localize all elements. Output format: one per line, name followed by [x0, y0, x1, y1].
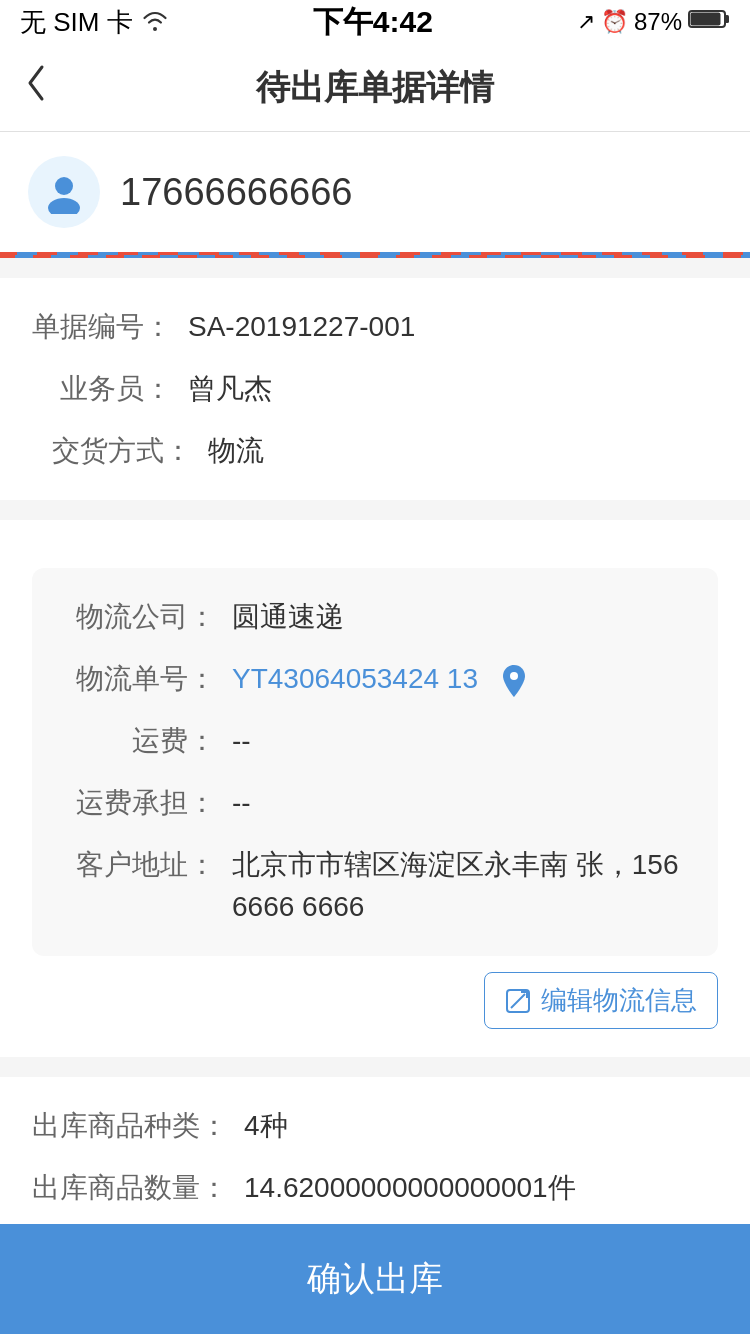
goods-types-label: 出库商品种类：	[32, 1105, 228, 1147]
freight-value: --	[232, 720, 694, 762]
page-title: 待出库单据详情	[256, 65, 494, 111]
logistics-section: 物流公司： 圆通速递 物流单号： YT43064053424 13 运费： --…	[0, 520, 750, 1057]
svg-point-3	[55, 177, 73, 195]
delivery-method-value: 物流	[208, 430, 718, 472]
back-button[interactable]	[24, 63, 48, 112]
customer-phone: 17666666666	[120, 171, 352, 214]
goods-quantity-value: 14.62000000000000001件	[244, 1167, 718, 1209]
sales-person-label: 业务员：	[32, 368, 172, 410]
sales-person-row: 业务员： 曾凡杰	[32, 368, 718, 410]
status-bar: 无 SIM 卡 下午4:42 ↗ ⏰ 87%	[0, 0, 750, 44]
tracking-number-row: 物流单号： YT43064053424 13	[56, 658, 694, 700]
address-value: 北京市市辖区海淀区永丰南 张，156 6666 6666	[232, 844, 694, 928]
tracking-number-label: 物流单号：	[56, 658, 216, 700]
edit-logistics-button[interactable]: 编辑物流信息	[484, 972, 718, 1029]
alarm-icon: ⏰	[601, 9, 628, 35]
customer-header: 17666666666	[0, 132, 750, 255]
location-icon[interactable]	[498, 663, 530, 699]
svg-line-7	[511, 994, 525, 1008]
location-status-icon: ↗	[577, 9, 595, 35]
battery-icon	[688, 8, 730, 36]
goods-quantity-row: 出库商品数量： 14.62000000000000001件	[32, 1167, 718, 1209]
goods-types-value: 4种	[244, 1105, 718, 1147]
tracking-number-value: YT43064053424 13	[232, 658, 694, 700]
confirm-bar[interactable]: 确认出库	[0, 1224, 750, 1334]
order-number-value: SA-20191227-001	[188, 306, 718, 348]
edit-btn-container: 编辑物流信息	[32, 956, 718, 1029]
delivery-method-label: 交货方式：	[32, 430, 192, 472]
goods-quantity-label: 出库商品数量：	[32, 1167, 228, 1209]
svg-point-4	[48, 198, 80, 214]
svg-rect-1	[725, 15, 729, 23]
delivery-method-row: 交货方式： 物流	[32, 430, 718, 472]
goods-types-row: 出库商品种类： 4种	[32, 1105, 718, 1147]
svg-rect-2	[690, 13, 720, 26]
address-row: 客户地址： 北京市市辖区海淀区永丰南 张，156 6666 6666	[56, 844, 694, 928]
wifi-icon	[141, 7, 169, 38]
freight-bearer-label: 运费承担：	[56, 782, 216, 824]
status-right: ↗ ⏰ 87%	[577, 8, 730, 36]
order-number-label: 单据编号：	[32, 306, 172, 348]
freight-bearer-value: --	[232, 782, 694, 824]
address-label: 客户地址：	[56, 844, 216, 886]
svg-point-5	[510, 672, 518, 680]
status-time: 下午4:42	[313, 2, 433, 43]
avatar	[28, 156, 100, 228]
freight-bearer-row: 运费承担： --	[56, 782, 694, 824]
order-number-row: 单据编号： SA-20191227-001	[32, 306, 718, 348]
nav-bar: 待出库单据详情	[0, 44, 750, 132]
confirm-button-label: 确认出库	[307, 1256, 443, 1302]
battery-label: 87%	[634, 8, 682, 36]
status-left: 无 SIM 卡	[20, 5, 169, 40]
sales-person-value: 曾凡杰	[188, 368, 718, 410]
edit-logistics-label: 编辑物流信息	[541, 983, 697, 1018]
logistics-card: 物流公司： 圆通速递 物流单号： YT43064053424 13 运费： --…	[32, 568, 718, 956]
dashed-divider	[0, 255, 750, 258]
logistics-company-label: 物流公司：	[56, 596, 216, 638]
order-info-section: 单据编号： SA-20191227-001 业务员： 曾凡杰 交货方式： 物流	[0, 278, 750, 500]
freight-row: 运费： --	[56, 720, 694, 762]
logistics-company-value: 圆通速递	[232, 596, 694, 638]
logistics-company-row: 物流公司： 圆通速递	[56, 596, 694, 638]
edit-icon	[505, 988, 531, 1014]
carrier-label: 无 SIM 卡	[20, 5, 133, 40]
freight-label: 运费：	[56, 720, 216, 762]
